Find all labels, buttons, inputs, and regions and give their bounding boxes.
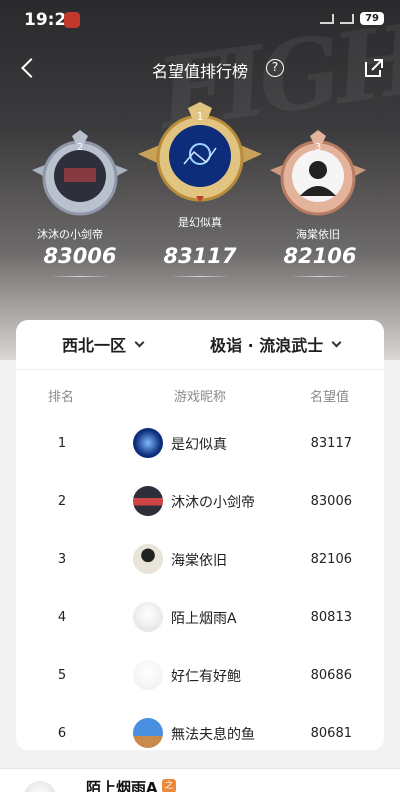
table-row[interactable]: 1 是幻似真 83117 (16, 416, 384, 474)
row-name: 海棠依旧 (171, 553, 227, 569)
leaderboard-card: 西北一区 极诣 · 流浪武士 排名 游戏昵称 名望值 1 是幻似真 83117 … (16, 320, 384, 750)
filter-bar: 西北一区 极诣 · 流浪武士 (16, 320, 384, 370)
row-name: 陌上烟雨A (171, 611, 237, 627)
top-nav: 名望值排行榜 ? (0, 48, 400, 88)
signal-icon (320, 13, 335, 24)
podium-underline-3 (290, 276, 350, 277)
status-icons: 79 (320, 12, 384, 25)
app-notification-icon (64, 12, 80, 28)
bronze-rank-badge: 3 (270, 130, 366, 216)
row-score: 82106 (310, 552, 352, 567)
header-name: 游戏昵称 (174, 390, 227, 405)
row-score: 83006 (310, 494, 352, 509)
gold-rank-badge: 1 (138, 102, 262, 202)
page-title: 名望值排行榜 (151, 62, 248, 81)
podium-name-3: 海棠依旧 (296, 228, 340, 241)
table-row[interactable]: 3 海棠依旧 82106 (16, 532, 384, 590)
avatar (133, 718, 163, 748)
row-rank: 1 (57, 436, 67, 451)
row-name: 是幻似真 (171, 437, 227, 453)
region-filter[interactable]: 西北一区 (62, 332, 145, 356)
avatar (133, 544, 163, 574)
row-name: 沐沐の小剑帝 (171, 495, 255, 511)
row-name: 無法夫息的鱼 (171, 727, 255, 743)
silver-rank-number: 2 (77, 142, 83, 153)
header-rank: 排名 (48, 390, 75, 405)
row-score: 80681 (310, 726, 352, 741)
podium-score-3: 82106 (283, 244, 357, 268)
table-row[interactable]: 6 無法夫息的鱼 80681 (16, 706, 384, 764)
table-row[interactable]: 5 好仁有好鲍 80686 (16, 648, 384, 706)
podium-underline-2 (50, 276, 110, 277)
avatar (133, 660, 163, 690)
row-name: 好仁有好鲍 (171, 669, 241, 685)
chevron-down-icon (134, 337, 145, 347)
hero-banner: FIGHT 19:20 79 名望值排行榜 ? 2 沐沐の小剑帝 83006 1… (0, 0, 400, 360)
help-icon[interactable]: ? (266, 59, 284, 77)
avatar (133, 428, 163, 458)
hero-filter-label: 极诣 · 流浪武士 (210, 336, 324, 355)
header-score: 名望值 (310, 390, 350, 405)
battery-icon: 79 (360, 12, 384, 25)
avatar (133, 602, 163, 632)
status-bar: 19:20 79 (0, 0, 400, 40)
row-rank: 2 (57, 494, 67, 509)
table-row[interactable]: 4 陌上烟雨A 80813 (16, 590, 384, 648)
row-score: 80813 (310, 610, 352, 625)
row-rank: 6 (57, 726, 67, 741)
table-row[interactable]: 2 沐沐の小剑帝 83006 (16, 474, 384, 532)
bronze-rank-number: 3 (315, 142, 321, 153)
row-rank: 5 (57, 668, 67, 683)
hero-filter[interactable]: 极诣 · 流浪武士 (210, 332, 342, 356)
podium-score-1: 83117 (163, 244, 237, 268)
row-score: 80686 (310, 668, 352, 683)
chevron-down-icon (331, 337, 342, 347)
my-name: 陌上烟雨A (86, 779, 158, 792)
row-rank: 4 (57, 610, 67, 625)
wifi-icon (340, 13, 355, 24)
gold-rank-number: 1 (197, 110, 204, 123)
region-filter-label: 西北一区 (62, 336, 127, 355)
podium-score-2: 83006 (43, 244, 117, 268)
share-icon[interactable] (362, 56, 386, 80)
podium-name-2: 沐沐の小剑帝 (37, 228, 103, 241)
podium-underline-1 (170, 276, 230, 277)
avatar (133, 486, 163, 516)
my-rank-bar[interactable]: 陌上烟雨A 之 (0, 768, 400, 792)
row-rank: 3 (57, 552, 67, 567)
my-tag-badge: 之 (162, 779, 176, 792)
silver-rank-badge: 2 (32, 130, 128, 216)
avatar (24, 781, 56, 792)
row-score: 83117 (310, 436, 352, 451)
